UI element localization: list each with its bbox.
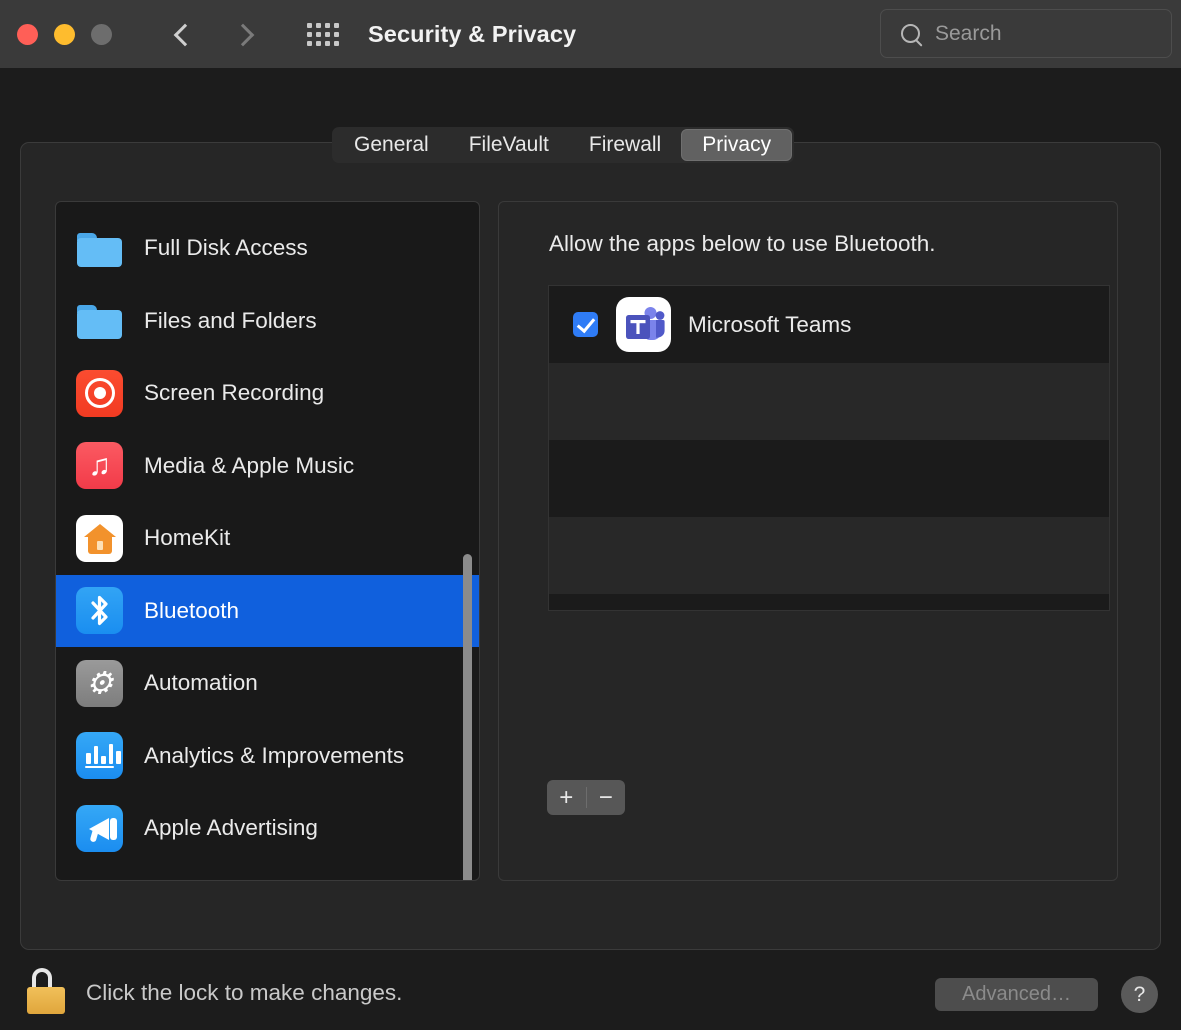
folder-icon [76,225,123,272]
sidebar-item-label: Media & Apple Music [144,453,354,479]
show-all-grid-icon[interactable] [307,23,339,46]
add-remove-app-buttons: + − [547,780,625,815]
sidebar-item-media-apple-music[interactable]: ♫ Media & Apple Music [56,430,479,503]
table-row-empty [549,440,1109,517]
table-row[interactable]: Microsoft Teams [549,286,1109,363]
screen-recording-icon [76,370,123,417]
lock-hint-text: Click the lock to make changes. [86,980,402,1006]
navigation-arrows [170,22,257,46]
sidebar-item-label: HomeKit [144,525,230,551]
table-row-empty [549,594,1109,611]
sidebar-scrollbar-thumb[interactable] [463,554,472,881]
sidebar-item-screen-recording[interactable]: Screen Recording [56,357,479,430]
sidebar-item-bluetooth[interactable]: Bluetooth [56,575,479,648]
sidebar-item-label: Bluetooth [144,598,239,624]
sidebar-scrollbar[interactable] [461,202,474,880]
privacy-panel: Full Disk Access Files and Folders Scree… [20,142,1161,950]
app-name-label: Microsoft Teams [688,312,851,338]
sidebar-item-label: Full Disk Access [144,235,308,261]
search-field[interactable]: Search [880,9,1172,58]
app-enabled-checkbox[interactable] [573,312,598,337]
add-app-button[interactable]: + [547,780,586,815]
sidebar-item-full-disk-access[interactable]: Full Disk Access [56,212,479,285]
sidebar-item-files-and-folders[interactable]: Files and Folders [56,285,479,358]
privacy-category-sidebar[interactable]: Full Disk Access Files and Folders Scree… [55,201,480,881]
sidebar-item-automation[interactable]: ⚙ Automation [56,647,479,720]
unlocked-padlock-icon[interactable] [26,968,67,1014]
search-icon [901,24,920,43]
tab-firewall[interactable]: Firewall [569,129,681,161]
close-button[interactable] [17,24,38,45]
back-arrow-icon[interactable] [170,22,194,46]
tab-privacy[interactable]: Privacy [681,129,792,161]
page-title: Security & Privacy [368,21,576,48]
advanced-button[interactable]: Advanced… [935,978,1098,1011]
window-titlebar: Security & Privacy Search [0,0,1181,68]
sidebar-item-apple-advertising[interactable]: Apple Advertising [56,792,479,865]
sidebar-item-label: Files and Folders [144,308,317,334]
bluetooth-detail-pane: Allow the apps below to use Bluetooth. [498,201,1118,881]
search-input-placeholder: Search [935,22,1002,46]
forward-arrow-icon[interactable] [233,22,257,46]
table-row-empty [549,517,1109,594]
megaphone-icon [76,805,123,852]
zoom-button[interactable] [91,24,112,45]
music-note-icon: ♫ [76,442,123,489]
help-button[interactable]: ? [1121,976,1158,1013]
sidebar-item-label: Screen Recording [144,380,324,406]
minimize-button[interactable] [54,24,75,45]
traffic-light-buttons [17,24,112,45]
detail-instruction-text: Allow the apps below to use Bluetooth. [549,231,936,257]
bar-chart-icon [76,732,123,779]
security-privacy-window: Security & Privacy Search General FileVa… [0,0,1181,1030]
sidebar-item-label: Analytics & Improvements [144,743,404,769]
preference-tabs: General FileVault Firewall Privacy [332,127,794,163]
sidebar-item-homekit[interactable]: HomeKit [56,502,479,575]
homekit-house-icon [76,515,123,562]
bluetooth-icon [76,587,123,634]
gear-icon: ⚙ [76,660,123,707]
category-list: Full Disk Access Files and Folders Scree… [56,202,479,865]
sidebar-item-label: Automation [144,670,258,696]
allowed-apps-list[interactable]: Microsoft Teams [548,285,1110,611]
sidebar-item-label: Apple Advertising [144,815,318,841]
table-row-empty [549,363,1109,440]
microsoft-teams-icon [616,297,671,352]
sidebar-item-analytics-improvements[interactable]: Analytics & Improvements [56,720,479,793]
tab-filevault[interactable]: FileVault [449,129,569,161]
tab-general[interactable]: General [334,129,449,161]
remove-app-button[interactable]: − [587,780,626,815]
folder-icon [76,297,123,344]
